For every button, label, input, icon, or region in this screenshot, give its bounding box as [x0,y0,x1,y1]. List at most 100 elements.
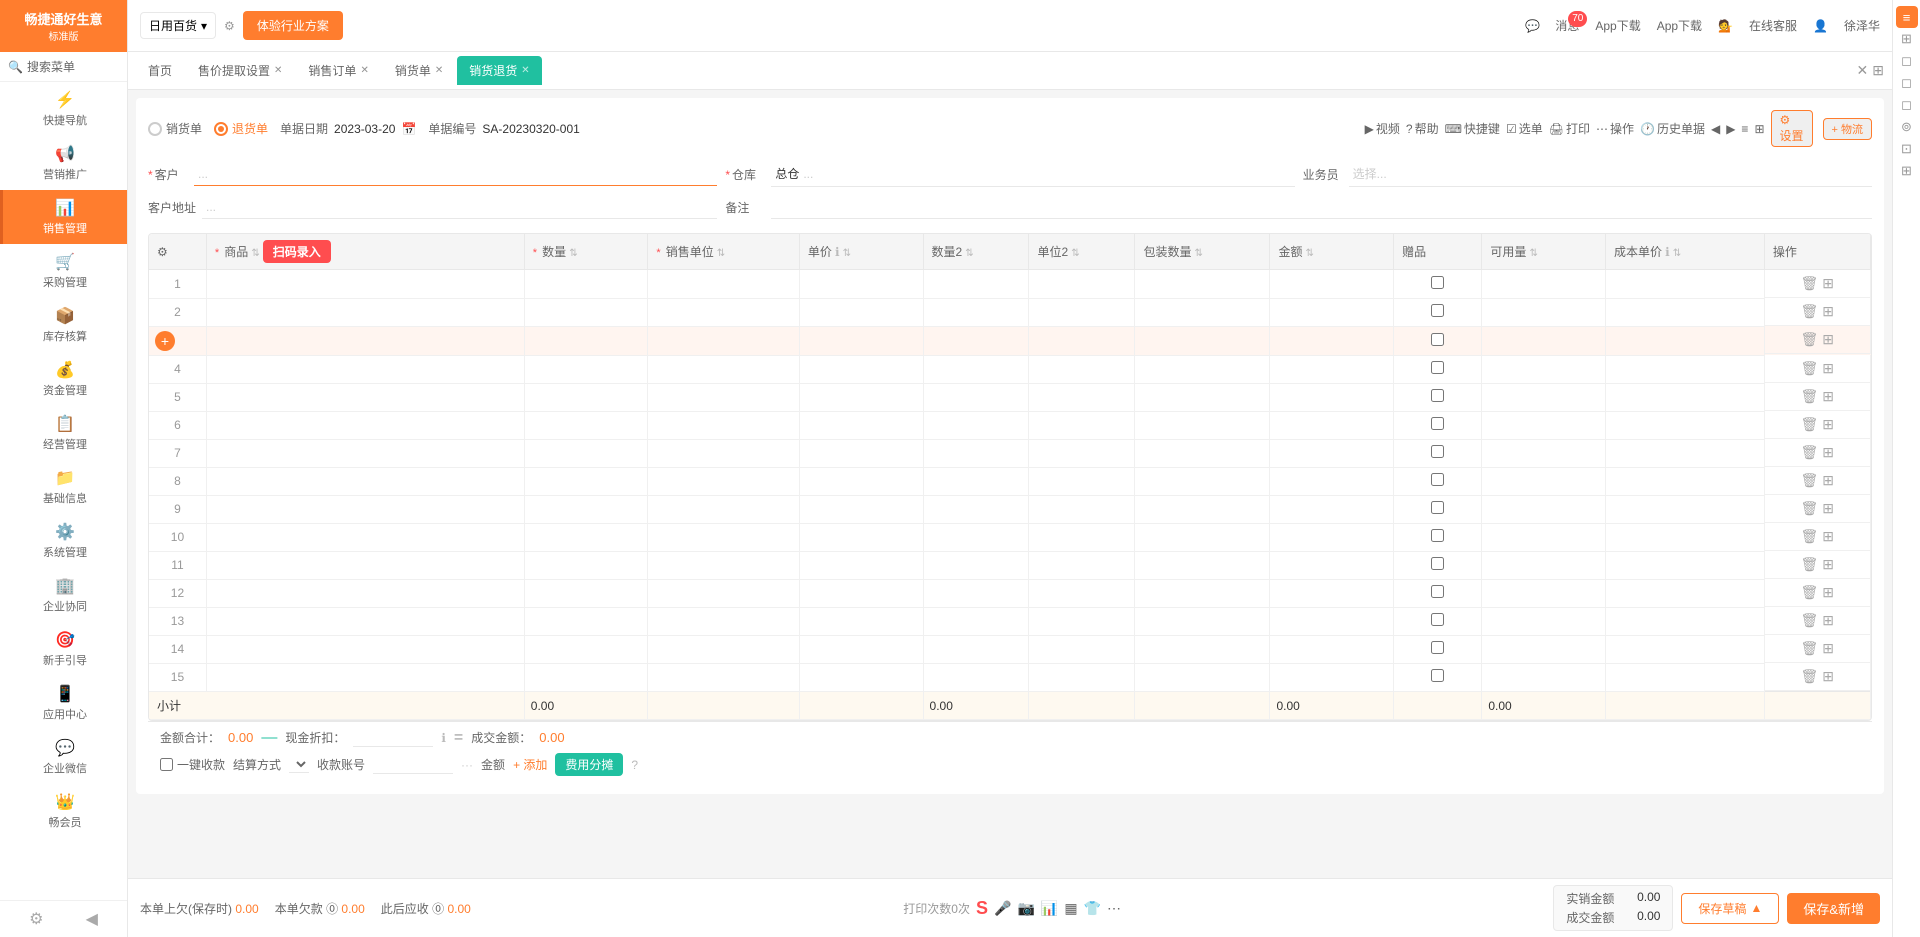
view-grid-icon[interactable]: ⊞ [1754,122,1764,136]
print-action[interactable]: 🖨 打印 [1549,120,1590,137]
cost-cell-4[interactable] [1605,355,1764,383]
sort-icon-qty2[interactable]: ⇅ [965,248,973,259]
settings-gear-icon[interactable]: ⚙ [224,19,235,33]
settings-btn[interactable]: ⚙ 设置 [1771,110,1813,147]
amount-cell-2[interactable] [1270,298,1394,326]
avail-cell-11[interactable] [1482,551,1606,579]
copy-icon-3[interactable]: ⊞ [1822,331,1834,348]
gift-checkbox-9[interactable] [1431,501,1444,514]
amount-cell-5[interactable] [1270,383,1394,411]
prev-doc-icon[interactable]: ◀ [1711,122,1720,136]
online-service-label[interactable]: 在线客服 [1749,17,1797,34]
price-cell-1[interactable] [799,270,923,299]
gift-checkbox-10[interactable] [1431,529,1444,542]
unit2-cell-10[interactable] [1029,523,1135,551]
tab-close-sales-order[interactable]: ✕ [360,65,368,76]
unit2-cell-6[interactable] [1029,411,1135,439]
amount-cell-10[interactable] [1270,523,1394,551]
copy-icon-13[interactable]: ⊞ [1822,612,1834,629]
qty-cell-15[interactable] [524,663,648,692]
unit2-cell-2[interactable] [1029,298,1135,326]
price-cell-2[interactable] [799,298,923,326]
collapse-icon[interactable]: ◀ [86,909,98,929]
app-download-label[interactable]: App下载 [1657,17,1702,34]
avail-cell-8[interactable] [1482,467,1606,495]
goods-cell-8[interactable] [206,467,524,495]
save-new-btn[interactable]: 保存&新增 [1787,893,1880,924]
gift-checkbox-7[interactable] [1431,445,1444,458]
price-cell-3[interactable] [799,326,923,355]
radio-return[interactable]: 退货单 [214,120,268,137]
qty-cell-4[interactable] [524,355,648,383]
sidebar-item-quick-nav[interactable]: ⚡ 快捷导航 [0,82,127,136]
amount-cell-13[interactable] [1270,607,1394,635]
unit2-cell-8[interactable] [1029,467,1135,495]
tab-home[interactable]: 首页 [136,56,184,85]
qty2-cell-11[interactable] [923,551,1029,579]
sidebar-item-system[interactable]: ⚙️ 系统管理 [0,514,127,568]
delete-icon-12[interactable]: 🗑 [1800,584,1818,601]
shortcut-action[interactable]: ⌨ 快捷键 [1445,120,1500,137]
account-dots[interactable]: ··· [461,758,473,772]
amount-cell-7[interactable] [1270,439,1394,467]
pack-qty-cell-13[interactable] [1135,607,1270,635]
settings-icon[interactable]: ⚙ [29,909,43,929]
unit2-cell-7[interactable] [1029,439,1135,467]
unit2-cell-11[interactable] [1029,551,1135,579]
price-cell-4[interactable] [799,355,923,383]
warehouse-input[interactable]: 总仓 ... [771,161,1294,187]
right-bar-item-rb-4[interactable]: ◻ [1896,72,1918,94]
qty-cell-7[interactable] [524,439,648,467]
one-click-checkbox[interactable] [160,758,173,771]
price-cell-8[interactable] [799,467,923,495]
industry-select[interactable]: 日用百货 ▾ [140,12,216,39]
gift-checkbox-3[interactable] [1431,333,1444,346]
unit-cell-2[interactable] [648,298,800,326]
pack-qty-cell-5[interactable] [1135,383,1270,411]
fee-split-btn[interactable]: 费用分摊 [555,753,623,776]
cost-cell-7[interactable] [1605,439,1764,467]
cost-cell-5[interactable] [1605,383,1764,411]
shirt-icon[interactable]: 👕 [1084,900,1101,917]
select-action[interactable]: ☑ 选单 [1506,120,1543,137]
avail-cell-6[interactable] [1482,411,1606,439]
amount-cell-15[interactable] [1270,663,1394,692]
gift-checkbox-5[interactable] [1431,389,1444,402]
avail-cell-9[interactable] [1482,495,1606,523]
price-cell-9[interactable] [799,495,923,523]
goods-input-3[interactable] [213,334,518,348]
qty2-cell-9[interactable] [923,495,1029,523]
price-cell-13[interactable] [799,607,923,635]
goods-cell-5[interactable] [206,383,524,411]
amount-cell-4[interactable] [1270,355,1394,383]
sidebar-item-operations[interactable]: 📋 经营管理 [0,406,127,460]
pack-qty-cell-11[interactable] [1135,551,1270,579]
unit-cell-9[interactable] [648,495,800,523]
experience-btn[interactable]: 体验行业方案 [243,11,343,40]
next-doc-icon[interactable]: ▶ [1726,122,1735,136]
qty-cell-12[interactable] [524,579,648,607]
delete-icon-1[interactable]: 🗑 [1800,275,1818,292]
goods-cell-4[interactable] [206,355,524,383]
tab-sales-return[interactable]: 销货退货✕ [457,56,541,85]
qty2-cell-1[interactable] [923,270,1029,299]
sidebar-item-finance[interactable]: 💰 资金管理 [0,352,127,406]
avail-cell-15[interactable] [1482,663,1606,692]
goods-cell-6[interactable] [206,411,524,439]
amount-cell-9[interactable] [1270,495,1394,523]
cost-cell-10[interactable] [1605,523,1764,551]
tab-close-price-settings[interactable]: ✕ [274,65,282,76]
more-icon[interactable]: ⋯ [1107,900,1121,917]
unit2-cell-3[interactable] [1029,326,1135,355]
voice-icon[interactable]: 🎤 [994,900,1011,917]
qty2-cell-15[interactable] [923,663,1029,692]
add-row-btn[interactable]: + [155,331,175,351]
customer-input[interactable]: ... [194,162,717,186]
cost-cell-9[interactable] [1605,495,1764,523]
delete-icon-11[interactable]: 🗑 [1800,556,1818,573]
tab-close-sales-delivery[interactable]: ✕ [435,65,443,76]
delete-icon-8[interactable]: 🗑 [1800,472,1818,489]
delete-icon-4[interactable]: 🗑 [1800,360,1818,377]
price-cell-12[interactable] [799,579,923,607]
camera-icon[interactable]: 📷 [1017,900,1034,917]
